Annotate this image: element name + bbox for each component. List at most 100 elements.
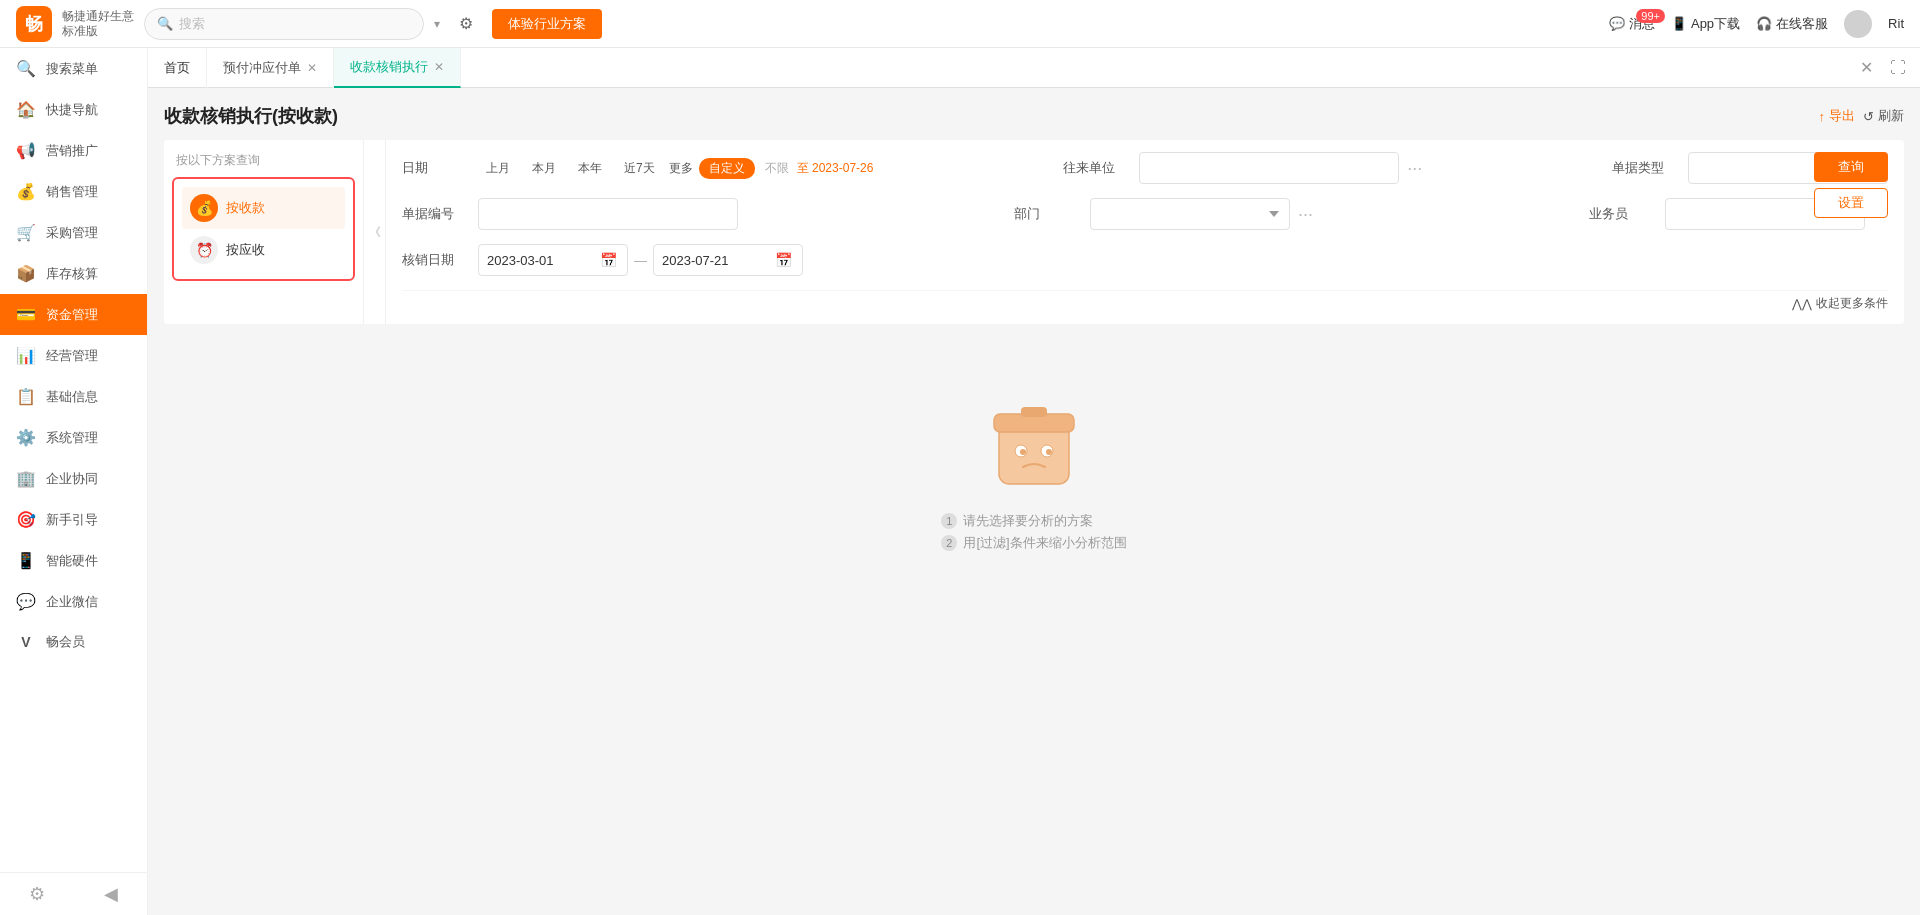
sidebar-item-label: 采购管理 bbox=[46, 224, 98, 242]
collapse-more-button[interactable]: ⋀⋀ 收起更多条件 bbox=[1792, 295, 1888, 312]
online-service-button[interactable]: 🎧 在线客服 bbox=[1756, 15, 1828, 33]
app-download-button[interactable]: 📱 App下载 bbox=[1671, 15, 1740, 33]
dept-select[interactable] bbox=[1090, 198, 1290, 230]
top-bar: 畅 畅捷通好生意 标准版 🔍 搜索 ▾ ⚙ 体验行业方案 💬 消息 99+ 📱 … bbox=[0, 0, 1920, 48]
collapse-up-icon: ⋀⋀ bbox=[1792, 297, 1812, 311]
collapse-icon: 《 bbox=[369, 224, 381, 241]
sidebar-item-label: 资金管理 bbox=[46, 306, 98, 324]
sidebar-item-operation[interactable]: 📊 经营管理 bbox=[0, 335, 147, 376]
empty-hints: 1 请先选择要分析的方案 2 用[过滤]条件来缩小分析范围 bbox=[941, 512, 1126, 552]
system-icon: ⚙️ bbox=[16, 428, 36, 447]
sidebar-bottom: ⚙ ◀ bbox=[0, 872, 147, 915]
verify-end-input[interactable]: 2023-07-21 📅 bbox=[653, 244, 803, 276]
sidebar-item-label: 新手引导 bbox=[46, 511, 98, 529]
verify-start-input[interactable]: 2023-03-01 📅 bbox=[478, 244, 628, 276]
filter-sidebar-title: 按以下方案查询 bbox=[172, 152, 355, 169]
sidebar-item-member[interactable]: V 畅会员 bbox=[0, 622, 147, 662]
sidebar-item-system[interactable]: ⚙️ 系统管理 bbox=[0, 417, 147, 458]
tab-home[interactable]: 首页 bbox=[148, 48, 207, 88]
sidebar-item-inventory[interactable]: 📦 库存核算 bbox=[0, 253, 147, 294]
svg-rect-0 bbox=[999, 424, 1069, 484]
tab-collection-label: 收款核销执行 bbox=[350, 58, 428, 76]
purchase-icon: 🛒 bbox=[16, 223, 36, 242]
sidebar-item-label: 企业协同 bbox=[46, 470, 98, 488]
sidebar-collapse-icon[interactable]: ◀ bbox=[104, 883, 118, 905]
search-chevron-icon[interactable]: ▾ bbox=[434, 17, 440, 31]
partner-label: 往来单位 bbox=[1063, 159, 1123, 177]
page-content: 收款核销执行(按收款) ↑ 导出 ↺ 刷新 按以下方案查询 bbox=[148, 88, 1920, 915]
tab-close-all-icon[interactable]: ✕ bbox=[1852, 54, 1880, 82]
search-box[interactable]: 🔍 搜索 bbox=[144, 8, 424, 40]
date-range-dash: — bbox=[634, 253, 647, 268]
refresh-button[interactable]: ↺ 刷新 bbox=[1863, 107, 1904, 125]
sidebar-item-label: 畅会员 bbox=[46, 633, 85, 651]
operation-icon: 📊 bbox=[16, 346, 36, 365]
sidebar-item-basic[interactable]: 📋 基础信息 bbox=[0, 376, 147, 417]
receipt-option-icon: 💰 bbox=[190, 194, 218, 222]
date-label: 日期 bbox=[402, 159, 462, 177]
message-icon: 💬 bbox=[1609, 16, 1625, 31]
order-no-input[interactable] bbox=[478, 198, 738, 230]
tab-collection[interactable]: 收款核销执行 ✕ bbox=[334, 48, 461, 88]
sidebar-item-wechat[interactable]: 💬 企业微信 bbox=[0, 581, 147, 622]
basic-icon: 📋 bbox=[16, 387, 36, 406]
date-tab-thisyear[interactable]: 本年 bbox=[570, 158, 610, 179]
export-icon: ↑ bbox=[1819, 109, 1826, 124]
filter-option-receivable[interactable]: ⏰ 按应收 bbox=[182, 229, 345, 271]
date-tab-custom[interactable]: 自定义 bbox=[699, 158, 755, 179]
export-button[interactable]: ↑ 导出 bbox=[1819, 107, 1856, 125]
sidebar-item-guide[interactable]: 🎯 新手引导 bbox=[0, 499, 147, 540]
sidebar-item-label: 营销推广 bbox=[46, 142, 98, 160]
sidebar-item-finance[interactable]: 💳 资金管理 bbox=[0, 294, 147, 335]
tab-bar: 首页 预付冲应付单 ✕ 收款核销执行 ✕ ✕ ⛶ bbox=[148, 48, 1920, 88]
sidebar-item-enterprise[interactable]: 🏢 企业协同 bbox=[0, 458, 147, 499]
date-tab-thismonth[interactable]: 本月 bbox=[524, 158, 564, 179]
sidebar-item-hardware[interactable]: 📱 智能硬件 bbox=[0, 540, 147, 581]
query-button[interactable]: 查询 bbox=[1814, 152, 1888, 182]
sidebar-item-label: 搜索菜单 bbox=[46, 60, 98, 78]
top-bar-right: 💬 消息 99+ 📱 App下载 🎧 在线客服 Rit bbox=[1609, 10, 1904, 38]
sidebar-item-label: 基础信息 bbox=[46, 388, 98, 406]
sidebar-item-label: 销售管理 bbox=[46, 183, 98, 201]
sidebar-item-purchase[interactable]: 🛒 采购管理 bbox=[0, 212, 147, 253]
filter-row-3: 核销日期 2023-03-01 📅 — 2023-07-21 📅 bbox=[402, 244, 1888, 276]
sidebar: 🔍 搜索菜单 🏠 快捷导航 📢 营销推广 💰 销售管理 🛒 采购管理 📦 库存核… bbox=[0, 48, 148, 915]
app-logo: 畅 bbox=[16, 6, 52, 42]
empty-hint-1: 1 请先选择要分析的方案 bbox=[941, 512, 1126, 530]
date-tab-prevmonth[interactable]: 上月 bbox=[478, 158, 518, 179]
filter-option-receipt[interactable]: 💰 按收款 bbox=[182, 187, 345, 229]
receivable-option-icon: ⏰ bbox=[190, 236, 218, 264]
partner-ellipsis[interactable]: ··· bbox=[1407, 158, 1422, 179]
filter-collapse-arrow[interactable]: 《 bbox=[364, 140, 386, 324]
filter-sidebar: 按以下方案查询 💰 按收款 ⏰ 按应收 bbox=[164, 140, 364, 324]
tab-prepay-close-icon[interactable]: ✕ bbox=[307, 61, 317, 75]
settings-button[interactable]: 设置 bbox=[1814, 188, 1888, 218]
tab-collection-close-icon[interactable]: ✕ bbox=[434, 60, 444, 74]
date-tab-last7[interactable]: 近7天 bbox=[616, 158, 663, 179]
filter-options-box: 💰 按收款 ⏰ 按应收 bbox=[172, 177, 355, 281]
wechat-icon: 💬 bbox=[16, 592, 36, 611]
date-tab-more[interactable]: 更多 bbox=[669, 160, 693, 177]
verify-date-range: 2023-03-01 📅 — 2023-07-21 📅 bbox=[478, 244, 803, 276]
sidebar-item-sales[interactable]: 💰 销售管理 bbox=[0, 171, 147, 212]
partner-input[interactable] bbox=[1139, 152, 1399, 184]
receipt-option-label: 按收款 bbox=[226, 199, 265, 217]
headset-icon: 🎧 bbox=[1756, 16, 1772, 31]
hint-num-1: 1 bbox=[941, 513, 957, 529]
sidebar-gear-icon[interactable]: ⚙ bbox=[29, 883, 45, 905]
tab-prepay[interactable]: 预付冲应付单 ✕ bbox=[207, 48, 334, 88]
settings-icon[interactable]: ⚙ bbox=[450, 8, 482, 40]
sidebar-item-marketing[interactable]: 📢 营销推广 bbox=[0, 130, 147, 171]
messages-button[interactable]: 💬 消息 99+ bbox=[1609, 15, 1655, 33]
sidebar-item-search[interactable]: 🔍 搜索菜单 bbox=[0, 48, 147, 89]
empty-illustration bbox=[974, 384, 1094, 504]
tab-expand-icon[interactable]: ⛶ bbox=[1884, 54, 1912, 82]
main-content: 首页 预付冲应付单 ✕ 收款核销执行 ✕ ✕ ⛶ 收款核销执行(按收款) ↑ 导… bbox=[148, 48, 1920, 915]
app-name: 畅捷通好生意 bbox=[62, 9, 134, 23]
cta-button[interactable]: 体验行业方案 bbox=[492, 9, 602, 39]
sidebar-item-label: 智能硬件 bbox=[46, 552, 98, 570]
refresh-icon: ↺ bbox=[1863, 109, 1874, 124]
sidebar-item-quicknav[interactable]: 🏠 快捷导航 bbox=[0, 89, 147, 130]
dept-ellipsis[interactable]: ··· bbox=[1298, 204, 1313, 225]
date-to: 至 2023-07-26 bbox=[797, 160, 874, 177]
